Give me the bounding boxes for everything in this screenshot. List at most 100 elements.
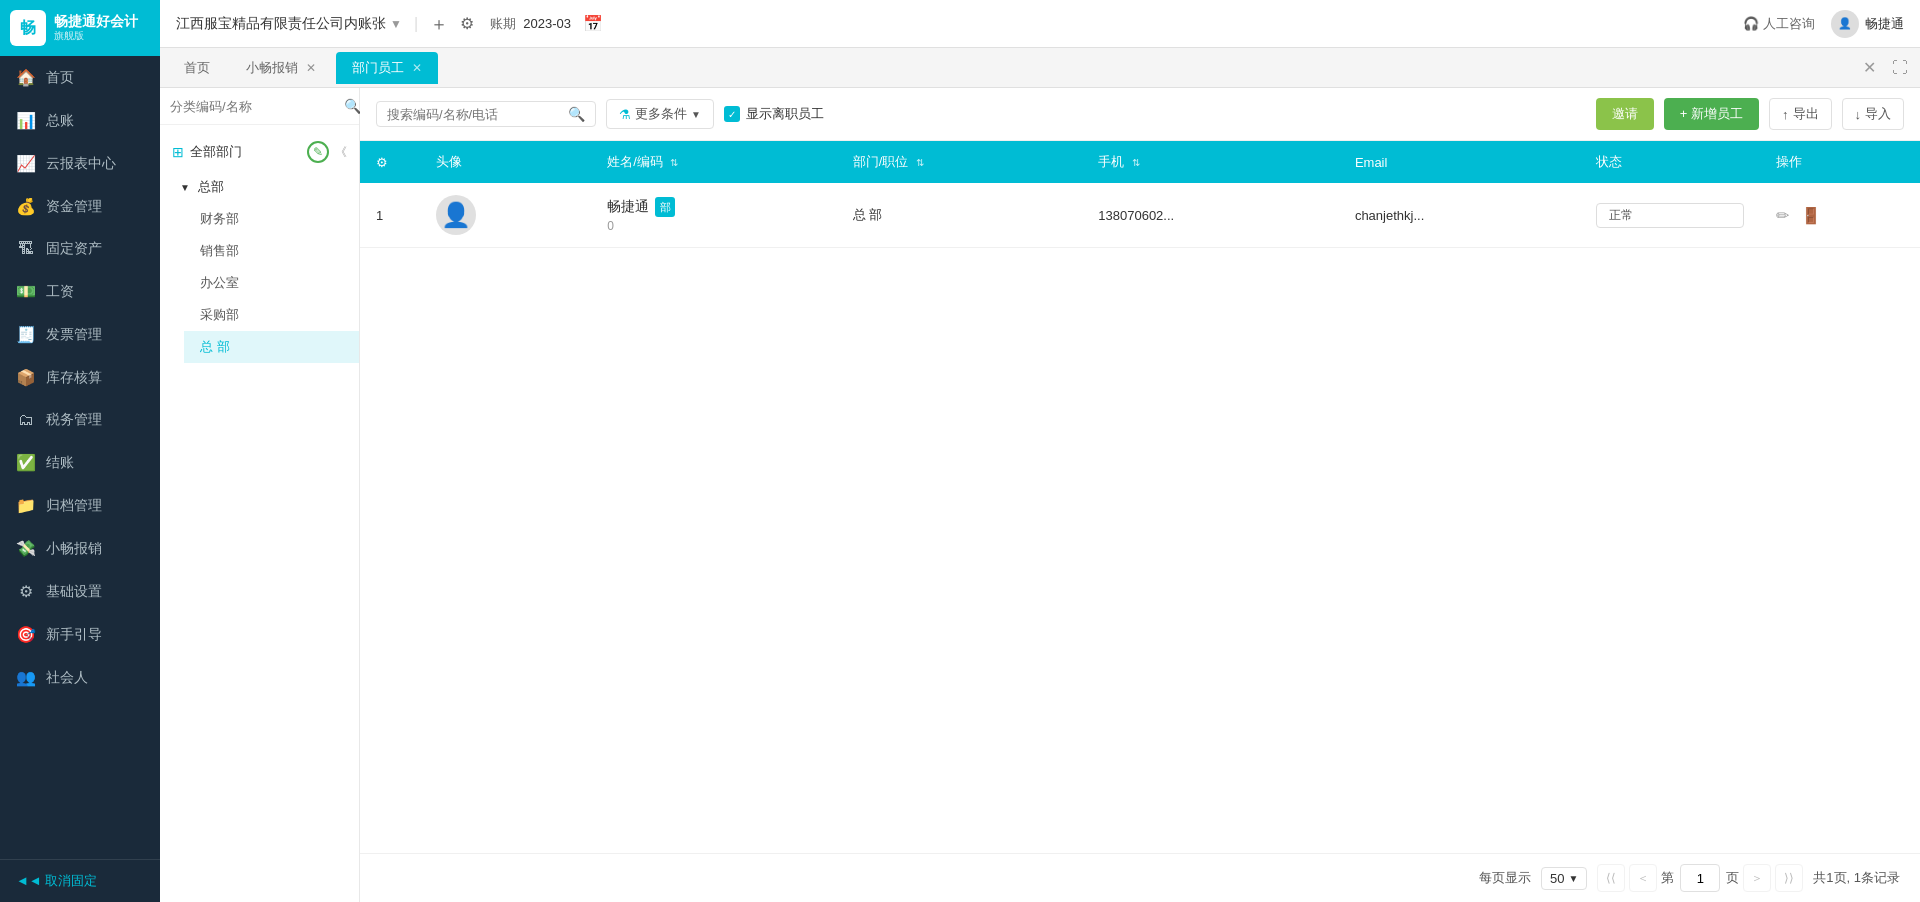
settings-icon: ⚙ [376, 155, 388, 170]
add-tab-button[interactable]: ＋ [430, 12, 448, 36]
calendar-icon[interactable]: 📅 [583, 14, 603, 33]
employee-search-icon[interactable]: 🔍 [568, 106, 585, 122]
sidebar-nav: 🏠 首页 📊 总账 📈 云报表中心 💰 资金管理 🏗 固定资产 💵 工资 🧾 发… [0, 56, 160, 859]
cell-status: 正常 [1580, 183, 1760, 248]
col-avatar-label: 头像 [436, 154, 462, 169]
dept-hq-label: 总 部 [200, 338, 230, 356]
tab-expense[interactable]: 小畅报销 ✕ [230, 52, 332, 84]
sidebar-item-settings[interactable]: ⚙ 基础设置 [0, 570, 160, 613]
dept-search-icon[interactable]: 🔍 [344, 98, 361, 114]
logo-icon: 畅 [10, 10, 46, 46]
toolbar-right: 邀请 + 新增员工 ↑ 导出 ↓ 导入 [1596, 98, 1904, 130]
page-input[interactable] [1680, 864, 1720, 892]
tab-expense-close-icon[interactable]: ✕ [306, 61, 316, 75]
topbar-divider: | [414, 15, 418, 33]
dept-tree: ▼ 总部 财务部 销售部 办公室 采购 [160, 171, 359, 363]
dept-item-purchase[interactable]: 采购部 [184, 299, 359, 331]
dept-grid-icon: ⊞ [172, 144, 184, 160]
status-badge: 正常 [1596, 203, 1744, 228]
social-icon: 👥 [16, 668, 36, 687]
employee-search-input[interactable] [387, 107, 562, 122]
dept-search-input[interactable] [170, 99, 338, 114]
dept-add-button[interactable]: ✎ [307, 141, 329, 163]
sidebar-item-expense[interactable]: 💸 小畅报销 [0, 527, 160, 570]
reports-icon: 📈 [16, 154, 36, 173]
action-buttons: ✏ 🚪 [1776, 206, 1904, 225]
sidebar-item-home[interactable]: 🏠 首页 [0, 56, 160, 99]
import-icon: ↓ [1855, 107, 1862, 122]
employee-search-box: 🔍 [376, 101, 596, 127]
company-selector[interactable]: 江西服宝精品有限责任公司内账张 ▼ [176, 15, 402, 33]
last-page-button[interactable]: ⟩⟩ [1775, 864, 1803, 892]
delete-button[interactable]: 🚪 [1801, 206, 1821, 225]
sidebar-item-invoice[interactable]: 🧾 发票管理 [0, 313, 160, 356]
more-filter-button[interactable]: ⚗ 更多条件 ▼ [606, 99, 714, 129]
dept-item-general[interactable]: ▼ 总部 [168, 171, 359, 203]
col-phone[interactable]: 手机 ⇅ [1082, 141, 1339, 183]
import-button[interactable]: ↓ 导入 [1842, 98, 1905, 130]
dept-all-header[interactable]: ⊞ 全部部门 ✎ 《 [160, 133, 359, 171]
sidebar-item-funds[interactable]: 💰 资金管理 [0, 185, 160, 228]
tab-close-btn[interactable]: ✕ [1859, 54, 1880, 81]
prev-page-button[interactable]: ＜ [1629, 864, 1657, 892]
add-employee-button[interactable]: + 新增员工 [1664, 98, 1759, 130]
dept-general-label: 总部 [198, 178, 224, 196]
show-resigned-checkbox[interactable]: ✓ 显示离职员工 [724, 105, 824, 123]
tab-department-close-icon[interactable]: ✕ [412, 61, 422, 75]
period-value: 2023-03 [523, 16, 571, 31]
sidebar-item-guide[interactable]: 🎯 新手引导 [0, 613, 160, 656]
unpin-button[interactable]: ◄◄ 取消固定 [0, 859, 160, 902]
sort-arrows-dept: ⇅ [916, 157, 924, 168]
tabs-bar: 首页 小畅报销 ✕ 部门员工 ✕ ✕ ⛶ [160, 48, 1920, 88]
tax-icon: 🗂 [16, 411, 36, 429]
sidebar-item-closing[interactable]: ✅ 结账 [0, 441, 160, 484]
employee-code: 0 [607, 219, 821, 233]
filter-icon: ⚗ [619, 107, 631, 122]
pagination-bar: 每页显示 50 ▼ ⟨⟨ ＜ 第 页 ＞ ⟩⟩ 共1页, 1条记录 [360, 853, 1920, 902]
sidebar-item-social[interactable]: 👥 社会人 [0, 656, 160, 699]
sidebar-item-tax[interactable]: 🗂 税务管理 [0, 399, 160, 441]
sidebar-label-settings: 基础设置 [46, 583, 102, 601]
avatar-icon: 👤 [441, 201, 471, 229]
employee-table-wrap: ⚙ 头像 姓名/编码 ⇅ 部门/职位 ⇅ [360, 141, 1920, 853]
sidebar-label-reports: 云报表中心 [46, 155, 116, 173]
sidebar-item-ledger[interactable]: 📊 总账 [0, 99, 160, 142]
export-label: 导出 [1793, 105, 1819, 123]
archive-icon: 📁 [16, 496, 36, 515]
dept-item-office[interactable]: 办公室 [184, 267, 359, 299]
department-panel: 🔍 ⊞ 全部部门 ✎ 《 ▼ 总部 [160, 88, 360, 902]
tab-department-label: 部门员工 [352, 59, 404, 77]
export-button[interactable]: ↑ 导出 [1769, 98, 1832, 130]
sidebar-item-assets[interactable]: 🏗 固定资产 [0, 228, 160, 270]
service-button[interactable]: 🎧 人工咨询 [1743, 15, 1815, 33]
inventory-icon: 📦 [16, 368, 36, 387]
dept-item-sales[interactable]: 销售部 [184, 235, 359, 267]
dept-item-finance[interactable]: 财务部 [184, 203, 359, 235]
first-page-button[interactable]: ⟨⟨ [1597, 864, 1625, 892]
user-menu[interactable]: 👤 畅捷通 [1831, 10, 1904, 38]
sidebar-item-archive[interactable]: 📁 归档管理 [0, 484, 160, 527]
col-settings[interactable]: ⚙ [360, 141, 420, 183]
col-dept[interactable]: 部门/职位 ⇅ [837, 141, 1083, 183]
sidebar-item-inventory[interactable]: 📦 库存核算 [0, 356, 160, 399]
invite-button[interactable]: 邀请 [1596, 98, 1654, 130]
topbar-settings-icon[interactable]: ⚙ [460, 14, 474, 33]
sidebar-item-reports[interactable]: 📈 云报表中心 [0, 142, 160, 185]
headset-icon: 🎧 [1743, 16, 1759, 31]
col-name[interactable]: 姓名/编码 ⇅ [591, 141, 837, 183]
next-page-button[interactable]: ＞ [1743, 864, 1771, 892]
edit-button[interactable]: ✏ [1776, 206, 1789, 225]
sidebar-item-payroll[interactable]: 💵 工资 [0, 270, 160, 313]
dept-item-hq[interactable]: 总 部 [184, 331, 359, 363]
page-total: 共1页, 1条记录 [1813, 869, 1900, 887]
cell-index: 1 [360, 183, 420, 248]
tab-department[interactable]: 部门员工 ✕ [336, 52, 438, 84]
tab-expand-btn[interactable]: ⛶ [1888, 55, 1912, 81]
dept-collapse-icon[interactable]: 《 [335, 144, 347, 161]
per-page-select[interactable]: 50 ▼ [1541, 867, 1587, 890]
tab-home[interactable]: 首页 [168, 52, 226, 84]
assets-icon: 🏗 [16, 240, 36, 258]
sidebar-label-payroll: 工资 [46, 283, 74, 301]
dept-all-label: 全部部门 [190, 143, 242, 161]
col-name-label: 姓名/编码 [607, 154, 663, 169]
